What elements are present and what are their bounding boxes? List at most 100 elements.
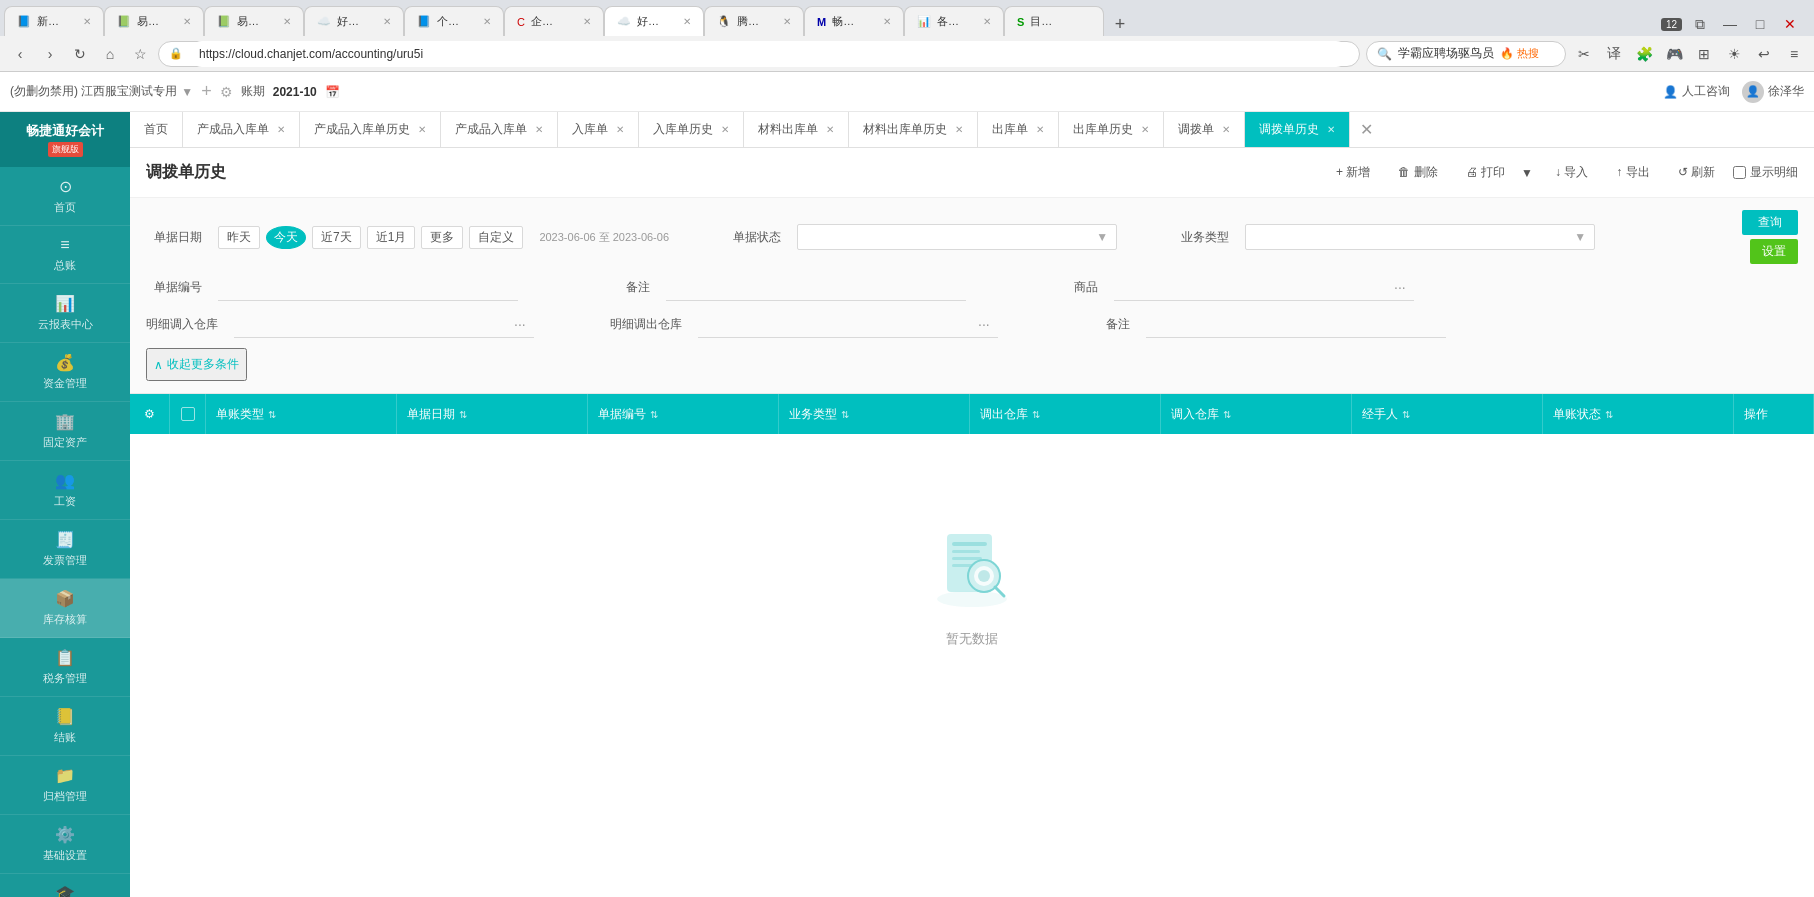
sidebar-item-closing[interactable]: 📒 结账 <box>0 697 130 756</box>
out-warehouse-ellipsis-button[interactable]: ··· <box>978 316 990 332</box>
sun-button[interactable]: ☀ <box>1722 42 1746 66</box>
new-button[interactable]: + 新增 <box>1326 160 1380 185</box>
export-button[interactable]: ↑ 导出 <box>1606 160 1659 185</box>
browser-tab-1[interactable]: 📘 新… ✕ <box>4 6 104 36</box>
maximize-button[interactable]: □ <box>1748 12 1772 36</box>
sidebar-item-home[interactable]: ⊙ 首页 <box>0 167 130 226</box>
close-browser-button[interactable]: ✕ <box>1778 12 1802 36</box>
forward-button[interactable]: › <box>38 42 62 66</box>
tools-button[interactable]: ✂ <box>1572 42 1596 66</box>
minimize-button[interactable]: — <box>1718 12 1742 36</box>
address-bar[interactable] <box>189 41 1349 67</box>
app-tab-6[interactable]: 材料出库单 ✕ <box>744 112 849 148</box>
tab-close-3[interactable]: ✕ <box>283 16 291 27</box>
query-button[interactable]: 查询 <box>1742 210 1798 235</box>
date-btn-more[interactable]: 更多 <box>421 226 463 249</box>
app-tab-7[interactable]: 材料出库单历史 ✕ <box>849 112 978 148</box>
goods-input[interactable] <box>1114 274 1394 300</box>
note-input[interactable] <box>1146 312 1446 338</box>
browser-tab-6[interactable]: C 企… ✕ <box>504 6 604 36</box>
sidebar-item-inventory[interactable]: 📦 库存核算 <box>0 579 130 638</box>
app-tab-2[interactable]: 产成品入库单历史 ✕ <box>300 112 441 148</box>
th-out-warehouse[interactable]: 调出仓库 ⇅ <box>970 394 1161 434</box>
sidebar-item-archive[interactable]: 📁 归档管理 <box>0 756 130 815</box>
sidebar-item-guide[interactable]: 🎓 新手引导 <box>0 874 130 897</box>
refresh-button[interactable]: ↺ 刷新 <box>1668 160 1725 185</box>
home-button[interactable]: ⌂ <box>98 42 122 66</box>
app-tab-11-close[interactable]: ✕ <box>1327 124 1335 135</box>
th-out-warehouse-sort[interactable]: ⇅ <box>1032 409 1040 420</box>
app-tab-9-close[interactable]: ✕ <box>1141 124 1149 135</box>
app-tab-4-close[interactable]: ✕ <box>616 124 624 135</box>
app-tab-7-close[interactable]: ✕ <box>955 124 963 135</box>
app-tab-3-close[interactable]: ✕ <box>535 124 543 135</box>
app-tab-3[interactable]: 产成品入库单 ✕ <box>441 112 558 148</box>
extension-button[interactable]: 🧩 <box>1632 42 1656 66</box>
tab-close-1[interactable]: ✕ <box>83 16 91 27</box>
th-in-warehouse[interactable]: 调入仓库 ⇅ <box>1161 394 1352 434</box>
th-business-type-sort[interactable]: ⇅ <box>841 409 849 420</box>
app-tab-9[interactable]: 出库单历史 ✕ <box>1059 112 1164 148</box>
app-tab-8-close[interactable]: ✕ <box>1036 124 1044 135</box>
period-selector[interactable]: 账期 2021-10 📅 <box>241 83 340 100</box>
date-btn-1month[interactable]: 近1月 <box>367 226 416 249</box>
browser-tab-4[interactable]: ☁️ 好… ✕ <box>304 6 404 36</box>
translate-button[interactable]: 译 <box>1602 42 1626 66</box>
settings-gear-button[interactable]: ⚙ <box>220 84 233 100</box>
undo-button[interactable]: ↩ <box>1752 42 1776 66</box>
sidebar-item-ledger[interactable]: ≡ 总账 <box>0 226 130 284</box>
tab-close-5[interactable]: ✕ <box>483 16 491 27</box>
app-tab-8[interactable]: 出库单 ✕ <box>978 112 1059 148</box>
sidebar-item-assets[interactable]: 🏢 固定资产 <box>0 402 130 461</box>
browser-tab-10[interactable]: 📊 各… ✕ <box>904 6 1004 36</box>
print-dropdown-button[interactable]: ▼ <box>1517 162 1537 184</box>
user-action[interactable]: 👤 徐泽华 <box>1742 81 1804 103</box>
th-doc-status[interactable]: 单账状态 ⇅ <box>1543 394 1734 434</box>
browser-tab-7[interactable]: ☁️ 好… ✕ <box>604 6 704 36</box>
business-type-select[interactable]: ▼ <box>1245 224 1595 250</box>
tab-close-9[interactable]: ✕ <box>883 16 891 27</box>
app-tab-10[interactable]: 调拨单 ✕ <box>1164 112 1245 148</box>
th-settings[interactable]: ⚙ <box>130 394 170 434</box>
tab-close-8[interactable]: ✕ <box>783 16 791 27</box>
menu-button[interactable]: ≡ <box>1782 42 1806 66</box>
reload-button[interactable]: ↻ <box>68 42 92 66</box>
company-selector[interactable]: (勿删勿禁用) 江西服宝测试专用 ▼ <box>10 83 193 100</box>
browser-tab-11[interactable]: S 目… <box>1004 6 1104 36</box>
in-warehouse-input[interactable] <box>234 311 514 337</box>
th-doc-number-sort[interactable]: ⇅ <box>650 409 658 420</box>
restore-button[interactable]: ⧉ <box>1688 12 1712 36</box>
app-tab-5-close[interactable]: ✕ <box>721 124 729 135</box>
game-button[interactable]: 🎮 <box>1662 42 1686 66</box>
th-doc-date[interactable]: 单据日期 ⇅ <box>397 394 588 434</box>
date-btn-custom[interactable]: 自定义 <box>469 226 523 249</box>
out-warehouse-input[interactable] <box>698 311 978 337</box>
bookmark-button[interactable]: ☆ <box>128 42 152 66</box>
th-doc-type[interactable]: 单账类型 ⇅ <box>206 394 397 434</box>
display-toggle-checkbox[interactable] <box>1733 166 1746 179</box>
date-btn-7days[interactable]: 近7天 <box>312 226 361 249</box>
th-doc-number[interactable]: 单据编号 ⇅ <box>588 394 779 434</box>
browser-tab-2[interactable]: 📗 易… ✕ <box>104 6 204 36</box>
tab-close-4[interactable]: ✕ <box>383 16 391 27</box>
browser-tab-5[interactable]: 📘 个… ✕ <box>404 6 504 36</box>
tab-close-10[interactable]: ✕ <box>983 16 991 27</box>
tab-close-7[interactable]: ✕ <box>683 16 691 27</box>
app-tab-1-close[interactable]: ✕ <box>277 124 285 135</box>
th-doc-status-sort[interactable]: ⇅ <box>1605 409 1613 420</box>
sidebar-item-payroll[interactable]: 👥 工资 <box>0 461 130 520</box>
app-tab-2-close[interactable]: ✕ <box>418 124 426 135</box>
th-checkbox[interactable] <box>170 394 206 434</box>
sidebar-item-tax[interactable]: 📋 税务管理 <box>0 638 130 697</box>
grid-button[interactable]: ⊞ <box>1692 42 1716 66</box>
app-tab-10-close[interactable]: ✕ <box>1222 124 1230 135</box>
app-tab-11[interactable]: 调拨单历史 ✕ <box>1245 112 1350 148</box>
sidebar-item-reports[interactable]: 📊 云报表中心 <box>0 284 130 343</box>
new-tab-button[interactable]: + <box>1108 12 1132 36</box>
remark-input[interactable] <box>666 275 966 301</box>
app-tab-1[interactable]: 产成品入库单 ✕ <box>183 112 300 148</box>
date-btn-today[interactable]: 今天 <box>266 226 306 249</box>
doc-number-input[interactable] <box>218 275 518 301</box>
sidebar-item-basic-settings[interactable]: ⚙️ 基础设置 <box>0 815 130 874</box>
in-warehouse-ellipsis-button[interactable]: ··· <box>514 316 526 332</box>
